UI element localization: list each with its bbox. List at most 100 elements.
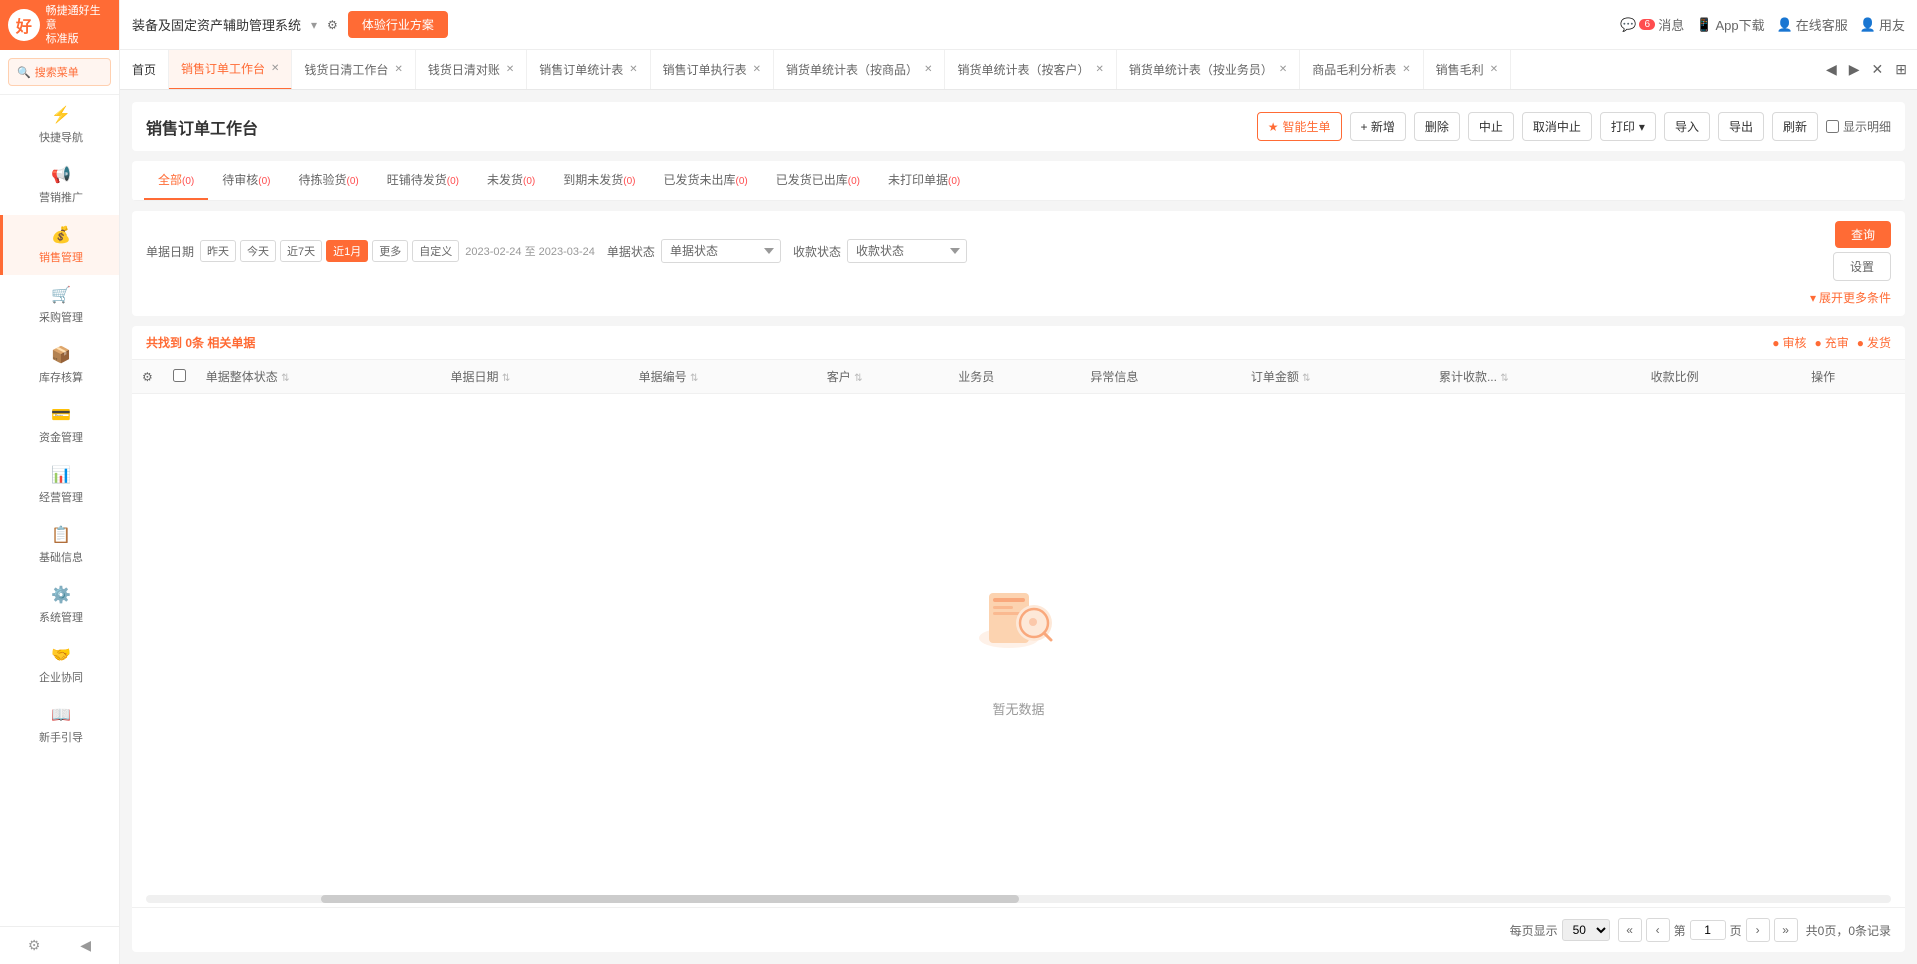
sidebar-collapse-button[interactable]: ◀ — [80, 937, 91, 954]
sub-tab-wangpu-pending[interactable]: 旺铺待发货(0) — [373, 161, 473, 200]
payment-select[interactable]: 收款状态 — [847, 239, 967, 263]
tab-close-icon[interactable]: ✕ — [1402, 64, 1410, 75]
sort-icon[interactable]: ⇅ — [1302, 373, 1310, 384]
sidebar-item-marketing[interactable]: 📢 营销推广 — [0, 155, 119, 215]
tab-sales-stats-customer[interactable]: 销货单统计表（按客户） ✕ — [945, 50, 1116, 90]
tab-close-all-button[interactable]: ✕ — [1868, 59, 1888, 80]
tab-close-icon[interactable]: ✕ — [1279, 64, 1287, 75]
sort-icon[interactable]: ⇅ — [690, 373, 698, 384]
sub-tab-expired-not-shipped[interactable]: 到期未发货(0) — [549, 161, 649, 200]
search-menu-button[interactable]: 🔍 搜索菜单 — [8, 58, 111, 86]
prev-page-button[interactable]: ‹ — [1646, 918, 1670, 942]
sidebar-item-operations[interactable]: 📊 经营管理 — [0, 455, 119, 515]
select-all-checkbox[interactable] — [173, 369, 186, 382]
sidebar-item-basic-info[interactable]: 📋 基础信息 — [0, 515, 119, 575]
print-button[interactable]: 打印 ▾ — [1600, 112, 1656, 141]
tab-close-icon[interactable]: ✕ — [1095, 64, 1103, 75]
sidebar-settings-button[interactable]: ⚙ — [28, 937, 41, 954]
last-page-button[interactable]: » — [1774, 918, 1798, 942]
first-page-button[interactable]: « — [1618, 918, 1642, 942]
sub-tab-all[interactable]: 全部(0) — [144, 161, 208, 200]
tab-next-button[interactable]: ▶ — [1845, 59, 1864, 80]
online-service-button[interactable]: 👤 在线客服 — [1777, 15, 1848, 34]
app-download-button[interactable]: 📱 App下载 — [1696, 15, 1764, 34]
tab-close-icon[interactable]: ✕ — [506, 64, 514, 75]
date-btn-7days[interactable]: 近7天 — [280, 240, 322, 262]
sidebar-item-guide[interactable]: 📖 新手引导 — [0, 695, 119, 755]
cancel-stop-button[interactable]: 取消中止 — [1522, 112, 1592, 141]
settings-icon[interactable]: ⚙ — [327, 18, 338, 32]
sub-tab-shipped-not-out[interactable]: 已发货未出库(0) — [650, 161, 762, 200]
tab-sales-stats-product[interactable]: 销货单统计表（按商品） ✕ — [774, 50, 945, 90]
delete-button[interactable]: 删除 — [1414, 112, 1460, 141]
tab-cash-reconcile[interactable]: 钱货日清对账 ✕ — [416, 50, 527, 90]
add-button[interactable]: + 新增 — [1350, 112, 1406, 141]
sort-icon[interactable]: ⇅ — [1500, 373, 1508, 384]
date-btn-yesterday[interactable]: 昨天 — [200, 240, 236, 262]
sidebar-item-inventory[interactable]: 📦 库存核算 — [0, 335, 119, 395]
tab-close-icon[interactable]: ✕ — [629, 64, 637, 75]
sub-tab-pending-review[interactable]: 待审核(0) — [208, 161, 284, 200]
next-page-button[interactable]: › — [1746, 918, 1770, 942]
message-button[interactable]: 💬 6 消息 — [1620, 15, 1684, 34]
tab-close-icon[interactable]: ✕ — [1490, 64, 1498, 75]
tab-close-icon[interactable]: ✕ — [924, 64, 932, 75]
sub-tab-shipped-out[interactable]: 已发货已出库(0) — [762, 161, 874, 200]
expand-conditions-button[interactable]: ▾ 展开更多条件 — [1810, 289, 1891, 306]
review-action-button[interactable]: ● 审核 — [1772, 334, 1806, 351]
sub-tab-pending-inspect[interactable]: 待拣验货(0) — [285, 161, 373, 200]
online-service-label: 在线客服 — [1796, 15, 1848, 34]
sort-icon[interactable]: ⇅ — [854, 373, 862, 384]
tab-cash-daily[interactable]: 钱货日清工作台 ✕ — [292, 50, 415, 90]
tab-close-icon[interactable]: ✕ — [271, 63, 279, 74]
tab-sales-order-workbench[interactable]: 销售订单工作台 ✕ — [169, 50, 292, 90]
date-btn-custom[interactable]: 自定义 — [412, 240, 459, 262]
sub-tab-not-printed[interactable]: 未打印单据(0) — [874, 161, 974, 200]
import-button[interactable]: 导入 — [1664, 112, 1710, 141]
tab-close-icon[interactable]: ✕ — [394, 64, 402, 75]
sidebar-item-cooperation[interactable]: 🤝 企业协同 — [0, 635, 119, 695]
tab-prev-button[interactable]: ◀ — [1822, 59, 1841, 80]
filter-settings-button[interactable]: 设置 — [1833, 252, 1891, 281]
show-detail-checkbox[interactable] — [1826, 120, 1839, 133]
smart-create-button[interactable]: ★ 智能生单 — [1257, 112, 1342, 141]
tab-sales-order-exec[interactable]: 销售订单执行表 ✕ — [651, 50, 774, 90]
sidebar-search[interactable]: 🔍 搜索菜单 — [0, 50, 119, 95]
tab-close-icon[interactable]: ✕ — [753, 64, 761, 75]
tab-sales-stats-staff[interactable]: 销货单统计表（按业务员） ✕ — [1117, 50, 1300, 90]
tab-gross-margin[interactable]: 商品毛利分析表 ✕ — [1300, 50, 1423, 90]
empty-state: 暂无数据 — [132, 394, 1905, 891]
sidebar-item-purchase[interactable]: 🛒 采购管理 — [0, 275, 119, 335]
status-select[interactable]: 单据状态 — [661, 239, 781, 263]
tab-sales-profit[interactable]: 销售毛利 ✕ — [1424, 50, 1511, 90]
tab-maximize-button[interactable]: ⊞ — [1891, 59, 1911, 80]
scroll-thumb[interactable] — [321, 895, 1019, 903]
stop-button[interactable]: 中止 — [1468, 112, 1514, 141]
dropdown-icon[interactable]: ▾ — [311, 18, 317, 32]
col-checkbox[interactable] — [163, 360, 196, 394]
sort-icon[interactable]: ⇅ — [281, 373, 289, 384]
tab-sales-order-stats[interactable]: 销售订单统计表 ✕ — [527, 50, 650, 90]
sidebar-item-quick-nav[interactable]: ⚡ 快捷导航 — [0, 95, 119, 155]
user-menu-button[interactable]: 👤 用友 — [1860, 15, 1905, 34]
page-size-select[interactable]: 50 — [1562, 919, 1610, 941]
query-button[interactable]: 查询 — [1835, 221, 1891, 248]
withdraw-action-button[interactable]: ● 充审 — [1814, 334, 1848, 351]
show-detail-label[interactable]: 显示明细 — [1826, 118, 1891, 135]
date-btn-today[interactable]: 今天 — [240, 240, 276, 262]
horizontal-scrollbar[interactable] — [146, 895, 1891, 903]
sub-tab-not-shipped[interactable]: 未发货(0) — [473, 161, 549, 200]
sidebar-item-sales[interactable]: 💰 销售管理 — [0, 215, 119, 275]
trial-button[interactable]: 体验行业方案 — [348, 11, 448, 38]
date-btn-more[interactable]: 更多 — [372, 240, 408, 262]
sidebar-item-finance[interactable]: 💳 资金管理 — [0, 395, 119, 455]
refresh-button[interactable]: 刷新 — [1772, 112, 1818, 141]
ship-action-button[interactable]: ● 发货 — [1857, 334, 1891, 351]
export-button[interactable]: 导出 — [1718, 112, 1764, 141]
date-btn-1month[interactable]: 近1月 — [326, 240, 368, 262]
tab-home[interactable]: 首页 — [120, 50, 169, 90]
sidebar-item-system[interactable]: ⚙️ 系统管理 — [0, 575, 119, 635]
payment-filter: 收款状态 收款状态 — [793, 239, 967, 263]
sort-icon[interactable]: ⇅ — [502, 373, 510, 384]
page-number-input[interactable] — [1690, 920, 1726, 940]
